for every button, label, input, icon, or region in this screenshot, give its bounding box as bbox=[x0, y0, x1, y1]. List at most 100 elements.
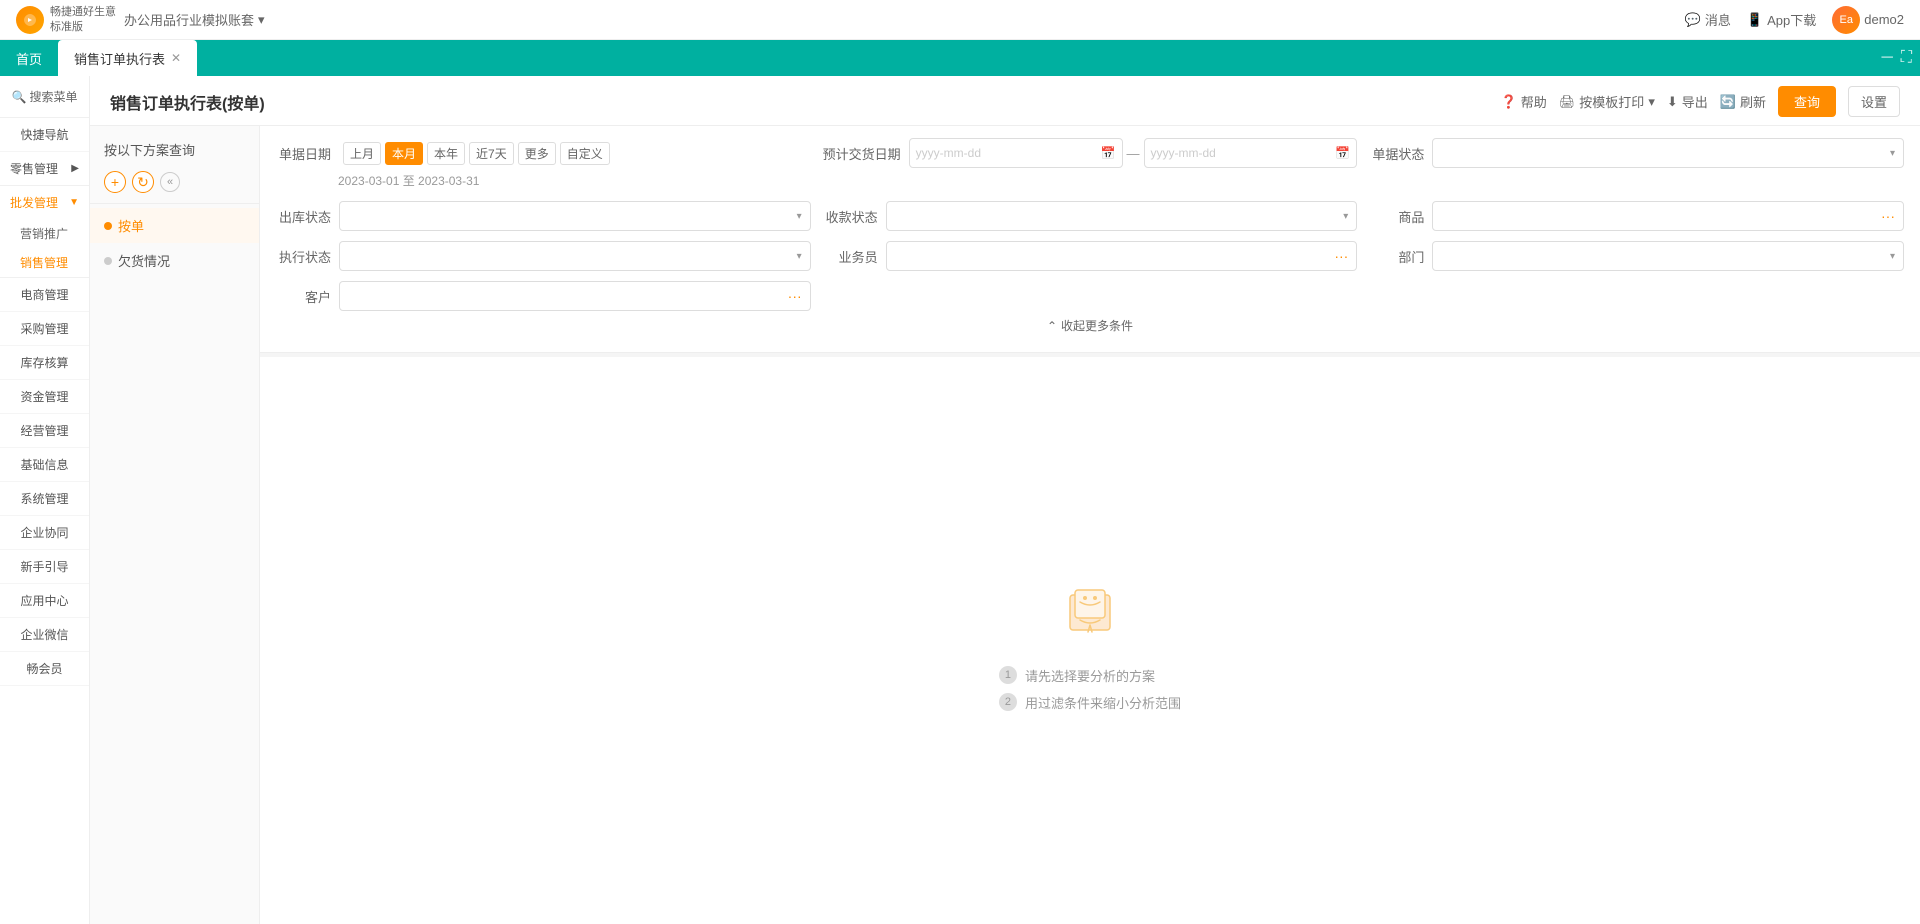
sidebar-item-basic[interactable]: 基础信息 bbox=[0, 448, 89, 482]
tab-home[interactable]: 首页 bbox=[0, 40, 58, 76]
template-print-btn[interactable]: 🖨 按模板打印 ▾ bbox=[1559, 92, 1655, 111]
department-label: 部门 bbox=[1369, 247, 1424, 266]
chevron-down-icon: ▾ bbox=[1648, 94, 1655, 110]
out-status-select[interactable]: ▾ bbox=[339, 201, 811, 231]
sidebar-item-ecommerce[interactable]: 电商管理 bbox=[0, 278, 89, 312]
empty-illustration bbox=[1050, 570, 1130, 650]
sidebar-item-retail[interactable]: 零售管理 ▶ bbox=[0, 152, 89, 185]
collapse-filter-btn[interactable]: ⌃ 收起更多条件 bbox=[276, 311, 1904, 340]
logo-icon bbox=[16, 6, 44, 34]
help-btn[interactable]: ❓ 帮助 bbox=[1501, 92, 1547, 111]
out-status-label: 出库状态 bbox=[276, 207, 331, 226]
tab-minimize-icon[interactable]: ─ bbox=[1881, 49, 1892, 67]
message-btn[interactable]: 💬 消息 bbox=[1685, 10, 1731, 29]
collapse-panel-btn[interactable]: « bbox=[160, 172, 180, 192]
empty-tips: 1 请先选择要分析的方案 2 用过滤条件来缩小分析范围 bbox=[999, 666, 1181, 712]
sidebar-item-operation[interactable]: 经营管理 bbox=[0, 414, 89, 448]
download-icon: 📱 bbox=[1747, 12, 1763, 28]
empty-tip-2: 2 用过滤条件来缩小分析范围 bbox=[999, 693, 1181, 712]
content-area: 销售订单执行表(按单) ❓ 帮助 🖨 按模板打印 ▾ ⬇ 导出 🔄 刷新 bbox=[90, 76, 1920, 924]
export-btn[interactable]: ⬇ 导出 bbox=[1667, 92, 1708, 111]
tab-maximize-icon[interactable]: ⛶ bbox=[1901, 49, 1912, 67]
sidebar-section-wholesale: 批发管理 ▼ 营销推广 销售管理 bbox=[0, 186, 89, 278]
refresh-btn[interactable]: 🔄 刷新 bbox=[1720, 92, 1766, 111]
this-year-btn[interactable]: 本年 bbox=[427, 142, 465, 165]
scheme-item-by-order[interactable]: 按单 bbox=[90, 208, 259, 243]
payment-status-arrow: ▾ bbox=[1343, 211, 1348, 222]
goods-more-icon: ··· bbox=[1881, 208, 1895, 224]
page-actions: ❓ 帮助 🖨 按模板打印 ▾ ⬇ 导出 🔄 刷新 查询 bbox=[1501, 86, 1900, 117]
empty-state: 1 请先选择要分析的方案 2 用过滤条件来缩小分析范围 bbox=[999, 570, 1181, 712]
nav-dropdown[interactable]: 办公用品行业模拟账套 ▾ bbox=[124, 10, 265, 29]
sidebar-item-appcenter[interactable]: 应用中心 bbox=[0, 584, 89, 618]
sidebar-item-newbie[interactable]: 新手引导 bbox=[0, 550, 89, 584]
department-select[interactable]: ▾ bbox=[1432, 241, 1904, 271]
sidebar-item-purchase[interactable]: 采购管理 bbox=[0, 312, 89, 346]
sidebar-item-system[interactable]: 系统管理 bbox=[0, 482, 89, 516]
scheme-item-shortage[interactable]: 欠货情况 bbox=[90, 243, 259, 278]
tab-close-icon[interactable]: ✕ bbox=[171, 51, 181, 65]
user-area[interactable]: Ea demo2 bbox=[1832, 6, 1904, 34]
page-title: 销售订单执行表(按单) bbox=[110, 90, 265, 114]
sidebar-sub-marketing[interactable]: 营销推广 bbox=[0, 219, 89, 248]
filter-goods-item: 商品 ··· bbox=[1369, 201, 1904, 231]
more-btn[interactable]: 更多 bbox=[518, 142, 556, 165]
avatar: Ea bbox=[1832, 6, 1860, 34]
tab-sales-order[interactable]: 销售订单执行表 ✕ bbox=[58, 40, 197, 76]
date-label: 单据日期 bbox=[276, 144, 331, 163]
search-menu-btn[interactable]: 🔍 搜索菜单 bbox=[6, 84, 83, 109]
chevron-right-icon: ▶ bbox=[71, 163, 79, 174]
goods-select[interactable]: ··· bbox=[1432, 201, 1904, 231]
sidebar-item-wechat[interactable]: 企业微信 bbox=[0, 618, 89, 652]
filter-row-1: 单据日期 上月 本月 本年 近7天 更多 自定义 bbox=[276, 138, 1904, 168]
payment-status-select[interactable]: ▾ bbox=[886, 201, 1358, 231]
settings-btn[interactable]: 设置 bbox=[1848, 86, 1900, 117]
query-btn[interactable]: 查询 bbox=[1778, 86, 1836, 117]
data-area: 1 请先选择要分析的方案 2 用过滤条件来缩小分析范围 bbox=[260, 357, 1920, 924]
exec-status-arrow: ▾ bbox=[797, 251, 802, 262]
refresh-scheme-btn[interactable]: ↻ bbox=[132, 171, 154, 193]
last-month-btn[interactable]: 上月 bbox=[343, 142, 381, 165]
salesperson-select[interactable]: ··· bbox=[886, 241, 1358, 271]
tip-num-2: 2 bbox=[999, 693, 1017, 711]
bill-status-select[interactable]: ▾ bbox=[1432, 138, 1904, 168]
sidebar-item-member[interactable]: 畅会员 bbox=[0, 652, 89, 686]
out-status-arrow: ▾ bbox=[797, 211, 802, 222]
collapse-icon: ⌃ bbox=[1047, 319, 1057, 333]
customer-select[interactable]: ··· bbox=[339, 281, 811, 311]
expected-date-range: yyyy-mm-dd 📅 — yyyy-mm-dd 📅 bbox=[909, 138, 1358, 168]
scheme-panel-title: 按以下方案查询 bbox=[90, 136, 259, 167]
add-scheme-btn[interactable]: + bbox=[104, 171, 126, 193]
scheme-dot-gray bbox=[104, 257, 112, 265]
calendar-icon: 📅 bbox=[1101, 146, 1116, 160]
help-icon: ❓ bbox=[1501, 94, 1517, 110]
sidebar-item-wholesale[interactable]: 批发管理 ▼ bbox=[0, 186, 89, 219]
sidebar-item-collab[interactable]: 企业协同 bbox=[0, 516, 89, 550]
this-month-btn[interactable]: 本月 bbox=[385, 142, 423, 165]
filter-bill-status-item: 单据状态 ▾ bbox=[1369, 138, 1904, 168]
empty-tip-1: 1 请先选择要分析的方案 bbox=[999, 666, 1181, 685]
custom-btn[interactable]: 自定义 bbox=[560, 142, 610, 165]
filter-out-status-item: 出库状态 ▾ bbox=[276, 201, 811, 231]
filter-department-item: 部门 ▾ bbox=[1369, 241, 1904, 271]
header-right: 💬 消息 📱 App下载 Ea demo2 bbox=[1685, 6, 1904, 34]
salesperson-label: 业务员 bbox=[823, 247, 878, 266]
app-download-btn[interactable]: 📱 App下载 bbox=[1747, 10, 1816, 29]
sidebar-item-inventory[interactable]: 库存核算 bbox=[0, 346, 89, 380]
chevron-down-icon: ▼ bbox=[69, 197, 79, 208]
bill-status-arrow: ▾ bbox=[1890, 148, 1895, 159]
last7-btn[interactable]: 近7天 bbox=[469, 142, 514, 165]
expected-date-label: 预计交货日期 bbox=[823, 144, 901, 163]
calendar-icon-2: 📅 bbox=[1335, 146, 1350, 160]
exec-status-select[interactable]: ▾ bbox=[339, 241, 811, 271]
sidebar-sub-sales[interactable]: 销售管理 bbox=[0, 248, 89, 277]
expected-date-end[interactable]: yyyy-mm-dd 📅 bbox=[1144, 138, 1358, 168]
filter-row-4: 客户 ··· bbox=[276, 281, 1904, 311]
filter-row-3: 执行状态 ▾ 业务员 ··· bbox=[276, 241, 1904, 271]
expected-date-start[interactable]: yyyy-mm-dd 📅 bbox=[909, 138, 1123, 168]
scheme-actions: + ↻ « bbox=[90, 167, 259, 204]
sidebar-item-quick-nav[interactable]: 快捷导航 bbox=[0, 118, 89, 152]
main-content: 单据日期 上月 本月 本年 近7天 更多 自定义 bbox=[260, 126, 1920, 924]
sidebar-item-finance[interactable]: 资金管理 bbox=[0, 380, 89, 414]
filter-customer-item: 客户 ··· bbox=[276, 281, 811, 311]
